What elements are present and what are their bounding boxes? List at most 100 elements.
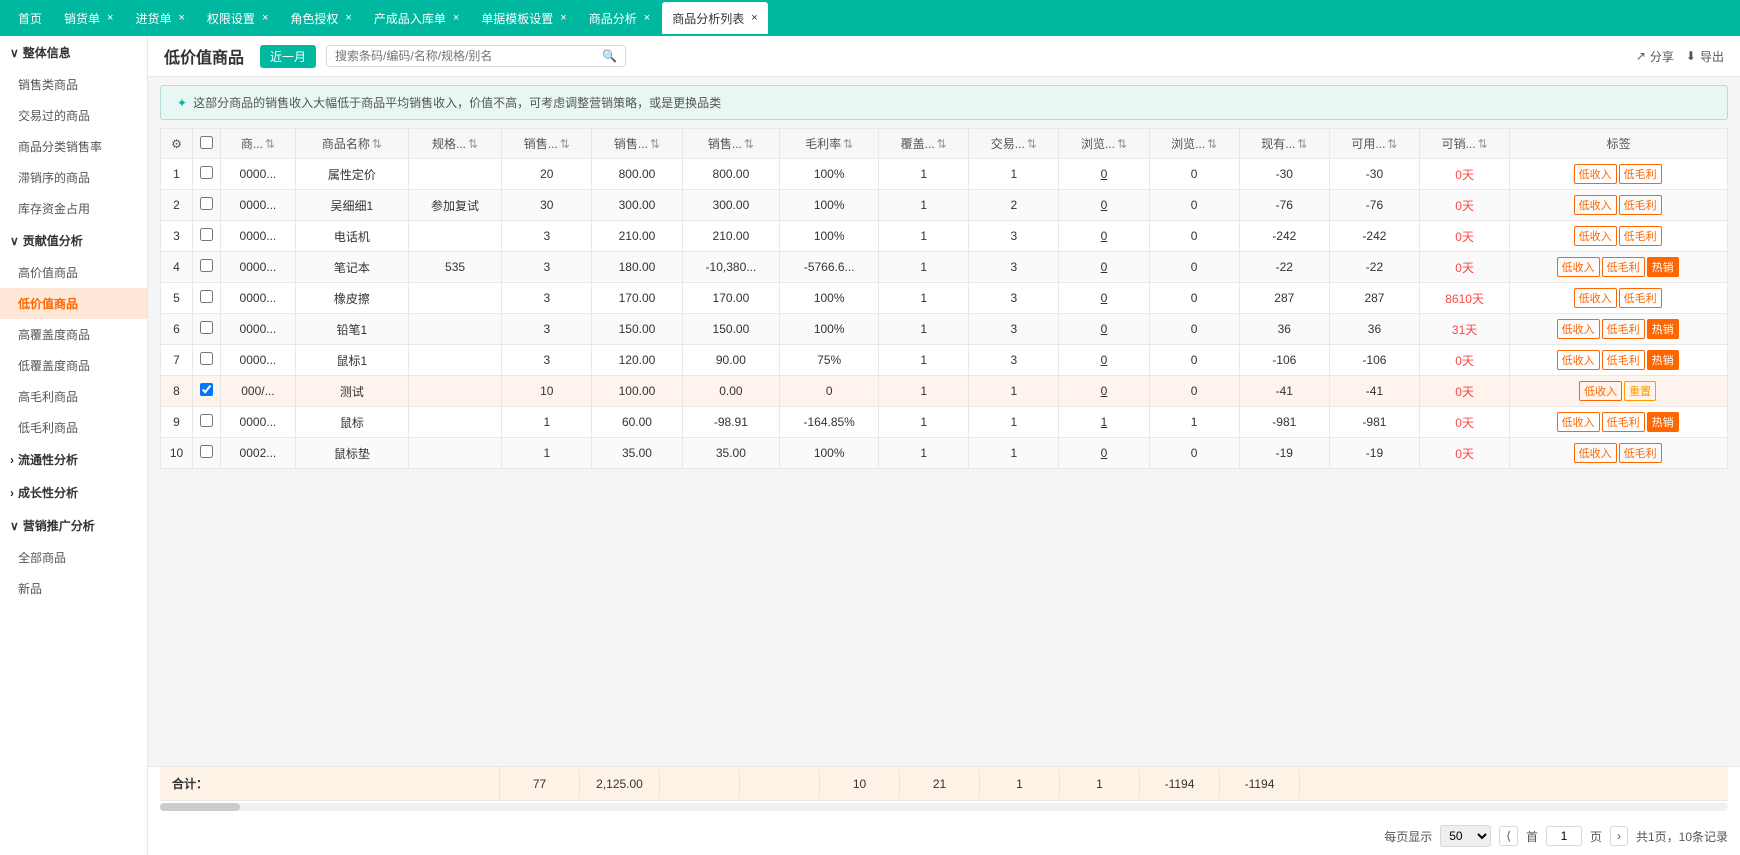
row-checkbox[interactable] — [193, 283, 221, 314]
select-all-checkbox[interactable] — [200, 136, 213, 149]
row-spec: 参加复试 — [408, 190, 501, 221]
share-button[interactable]: ↗ 分享 — [1636, 48, 1674, 65]
close-icon[interactable]: × — [453, 12, 459, 24]
sidebar-group-circulation[interactable]: › 流通性分析 — [0, 443, 147, 476]
row-checkbox-input[interactable] — [200, 352, 213, 365]
row-code: 0000... — [221, 314, 296, 345]
row-checkbox[interactable] — [193, 407, 221, 438]
nav-purchase[interactable]: 进货单× — [125, 2, 194, 34]
nav-sales[interactable]: 销货单× — [54, 2, 123, 34]
nav-permissions[interactable]: 权限设置× — [197, 2, 278, 34]
row-available: -242 — [1329, 221, 1419, 252]
sort-icon[interactable]: ⇅ — [560, 137, 570, 151]
nav-roles[interactable]: 角色授权× — [280, 2, 361, 34]
col-gear[interactable]: ⚙ — [161, 129, 193, 159]
sidebar-group-growth[interactable]: › 成长性分析 — [0, 476, 147, 509]
close-icon[interactable]: × — [751, 12, 757, 24]
page-size-select[interactable]: 50 100 200 — [1440, 825, 1491, 847]
nav-home[interactable]: 首页 — [8, 2, 52, 34]
row-checkbox[interactable] — [193, 438, 221, 469]
sort-icon[interactable]: ⇅ — [468, 137, 478, 151]
page-header: 低价值商品 近一月 🔍 ↗ 分享 ⬇ 导出 — [148, 36, 1740, 77]
row-coverage: 1 — [879, 159, 969, 190]
sidebar-item-high-coverage[interactable]: 高覆盖度商品 — [0, 319, 147, 350]
row-checkbox-input[interactable] — [200, 321, 213, 334]
view-link[interactable]: 0 — [1101, 198, 1108, 212]
view-link[interactable]: 0 — [1101, 229, 1108, 243]
sidebar-item-high-value[interactable]: 高价值商品 — [0, 257, 147, 288]
view-link[interactable]: 0 — [1101, 353, 1108, 367]
sidebar-item-low-coverage[interactable]: 低覆盖度商品 — [0, 350, 147, 381]
sidebar-item-traded[interactable]: 交易过的商品 — [0, 100, 147, 131]
sort-icon[interactable]: ⇅ — [744, 137, 754, 151]
sort-icon[interactable]: ⇅ — [937, 137, 947, 151]
row-checkbox[interactable] — [193, 221, 221, 252]
view-link[interactable]: 0 — [1101, 446, 1108, 460]
row-checkbox[interactable] — [193, 314, 221, 345]
close-icon[interactable]: × — [345, 12, 351, 24]
sidebar-group-marketing[interactable]: ∨ 营销推广分析 — [0, 509, 147, 542]
view-link[interactable]: 0 — [1101, 384, 1108, 398]
row-checkbox[interactable] — [193, 376, 221, 407]
sort-icon[interactable]: ⇅ — [1027, 137, 1037, 151]
sort-icon[interactable]: ⇅ — [650, 137, 660, 151]
sidebar-group-contribution[interactable]: ∨ 贡献值分析 — [0, 224, 147, 257]
sort-icon[interactable]: ⇅ — [1297, 137, 1307, 151]
close-icon[interactable]: × — [262, 12, 268, 24]
time-filter-button[interactable]: 近一月 — [260, 45, 316, 68]
sort-icon[interactable]: ⇅ — [1478, 137, 1488, 151]
close-icon[interactable]: × — [178, 12, 184, 24]
search-input[interactable] — [335, 49, 598, 63]
close-icon[interactable]: × — [560, 12, 566, 24]
nav-analysis-list[interactable]: 商品分析列表× — [662, 2, 767, 34]
view-link[interactable]: 0 — [1101, 322, 1108, 336]
nav-products-in[interactable]: 产成品入库单× — [364, 2, 469, 34]
row-num: 4 — [161, 252, 193, 283]
row-num: 5 — [161, 283, 193, 314]
view-link[interactable]: 0 — [1101, 291, 1108, 305]
close-icon[interactable]: × — [644, 12, 650, 24]
row-stock: 287 — [1239, 283, 1329, 314]
sidebar-item-high-margin[interactable]: 高毛利商品 — [0, 381, 147, 412]
sort-icon[interactable]: ⇅ — [372, 137, 382, 151]
sidebar-item-low-margin[interactable]: 低毛利商品 — [0, 412, 147, 443]
view-link[interactable]: 0 — [1101, 167, 1108, 181]
row-checkbox-input[interactable] — [200, 445, 213, 458]
row-checkbox[interactable] — [193, 345, 221, 376]
sidebar-item-inventory-capital[interactable]: 库存资金占用 — [0, 193, 147, 224]
sort-icon[interactable]: ⇅ — [1207, 137, 1217, 151]
sidebar-item-new-products[interactable]: 新品 — [0, 573, 147, 604]
row-checkbox[interactable] — [193, 159, 221, 190]
nav-analysis[interactable]: 商品分析× — [579, 2, 660, 34]
row-checkbox-input[interactable] — [200, 290, 213, 303]
row-checkbox-input[interactable] — [200, 383, 213, 396]
row-checkbox-input[interactable] — [200, 228, 213, 241]
close-icon[interactable]: × — [107, 12, 113, 24]
next-page-button[interactable]: › — [1610, 826, 1628, 846]
scrollbar-track[interactable] — [160, 803, 1728, 811]
sidebar-item-low-value[interactable]: 低价值商品 — [0, 288, 147, 319]
row-checkbox[interactable] — [193, 252, 221, 283]
export-button[interactable]: ⬇ 导出 — [1686, 48, 1724, 65]
row-checkbox-input[interactable] — [200, 259, 213, 272]
row-checkbox-input[interactable] — [200, 197, 213, 210]
nav-templates[interactable]: 单据模板设置× — [471, 2, 576, 34]
first-page-button[interactable]: ⟨ — [1499, 826, 1518, 846]
view-link[interactable]: 0 — [1101, 260, 1108, 274]
sidebar-item-category-rate[interactable]: 商品分类销售率 — [0, 131, 147, 162]
col-checkbox[interactable] — [193, 129, 221, 159]
sort-icon[interactable]: ⇅ — [1387, 137, 1397, 151]
sort-icon[interactable]: ⇅ — [843, 137, 853, 151]
sidebar-group-overall[interactable]: ∨ 整体信息 — [0, 36, 147, 69]
sidebar-item-sales-category[interactable]: 销售类商品 — [0, 69, 147, 100]
sort-icon[interactable]: ⇅ — [1117, 137, 1127, 151]
scrollbar-thumb[interactable] — [160, 803, 240, 811]
sidebar-item-slow-moving[interactable]: 滞销序的商品 — [0, 162, 147, 193]
row-checkbox-input[interactable] — [200, 166, 213, 179]
page-input[interactable] — [1546, 826, 1582, 846]
row-checkbox-input[interactable] — [200, 414, 213, 427]
sort-icon[interactable]: ⇅ — [265, 137, 275, 151]
sidebar-item-all-products[interactable]: 全部商品 — [0, 542, 147, 573]
row-checkbox[interactable] — [193, 190, 221, 221]
view-link[interactable]: 1 — [1101, 415, 1108, 429]
